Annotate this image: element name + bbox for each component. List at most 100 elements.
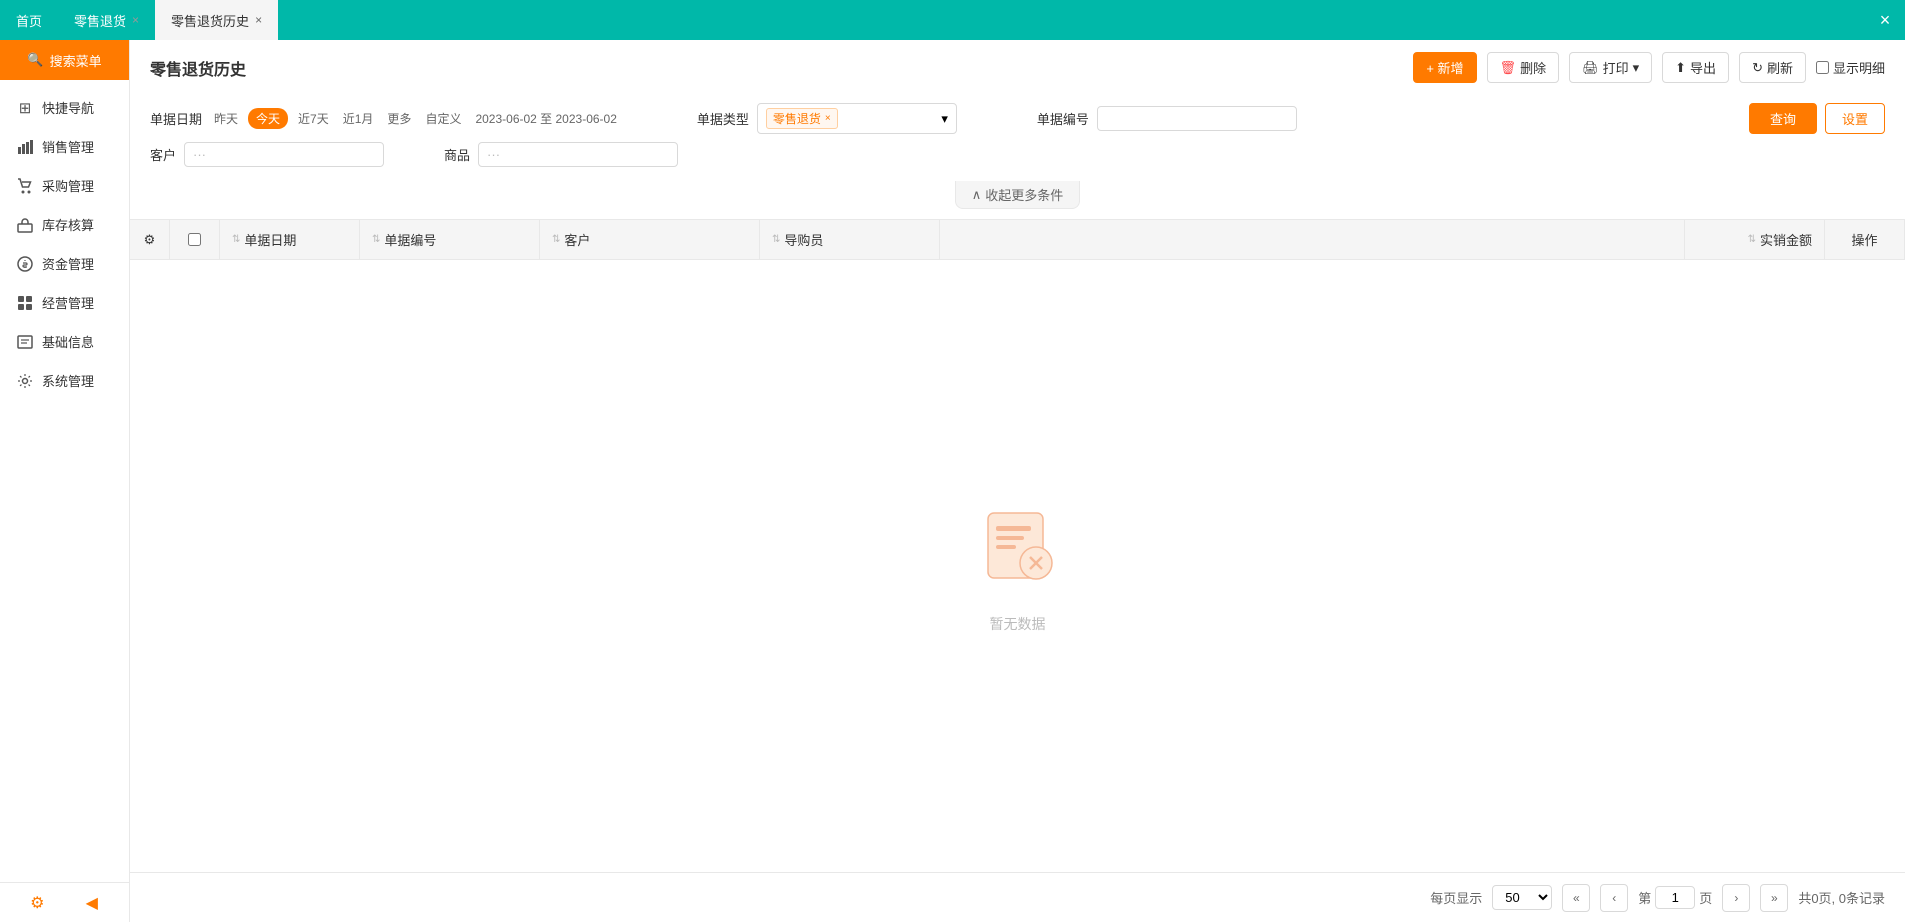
sort-icon-amount: ⇅ xyxy=(1748,234,1756,245)
operation-icon xyxy=(16,294,34,312)
th-customer[interactable]: ⇅ 客户 xyxy=(540,220,760,259)
doc-number-filter-item: 单据编号 xyxy=(1037,106,1297,131)
collapse-filter-button[interactable]: ∧ 收起更多条件 xyxy=(955,181,1081,209)
purchase-icon xyxy=(16,177,34,195)
th-spacer xyxy=(940,220,1685,259)
empty-state-text: 暂无数据 xyxy=(990,614,1046,634)
date-btn-more[interactable]: 更多 xyxy=(383,108,415,129)
page-input-wrap: 第 页 xyxy=(1638,886,1712,909)
sidebar-item-inventory[interactable]: 库存核算 xyxy=(0,205,129,244)
basic-info-icon xyxy=(16,333,34,351)
sort-icon-number: ⇅ xyxy=(372,234,380,245)
tab-retail-return-history[interactable]: 零售退货历史 × xyxy=(155,0,278,40)
export-button[interactable]: ⬆ 导出 xyxy=(1662,52,1729,83)
quick-nav-icon: ⊞ xyxy=(16,99,34,117)
close-tab-retail-return[interactable]: × xyxy=(132,13,139,27)
sidebar-item-basic-info[interactable]: 基础信息 xyxy=(0,322,129,361)
customer-input[interactable] xyxy=(184,142,384,167)
page-title: 零售退货历史 xyxy=(150,56,246,80)
close-tab-retail-return-history[interactable]: × xyxy=(255,13,262,27)
doc-type-dropdown-icon: ▾ xyxy=(941,111,948,127)
refresh-button[interactable]: ↻ 刷新 xyxy=(1739,52,1806,83)
date-btn-yesterday[interactable]: 昨天 xyxy=(210,108,242,129)
tab-home[interactable]: 首页 xyxy=(0,0,58,40)
content-area: 零售退货历史 + 新增 🗑 删除 🖨 打印 ▾ ⬆ 导出 xyxy=(130,40,1905,922)
date-btn-1month[interactable]: 近1月 xyxy=(339,108,378,129)
doc-type-tag-close[interactable]: × xyxy=(825,113,831,124)
filter-row-1: 单据日期 昨天 今天 近7天 近1月 更多 自定义 2023-06-02 至 2… xyxy=(150,95,1885,138)
new-button[interactable]: + 新增 xyxy=(1413,52,1476,83)
select-all-checkbox[interactable] xyxy=(188,233,201,246)
sort-icon-date: ⇅ xyxy=(232,234,240,245)
refresh-icon: ↻ xyxy=(1752,60,1763,76)
doc-type-filter-item: 单据类型 零售退货 × ▾ xyxy=(697,103,957,134)
top-bar: 首页 零售退货 × 零售退货历史 × × xyxy=(0,0,1905,40)
system-icon xyxy=(16,372,34,390)
prev-page-button[interactable]: ‹ xyxy=(1600,884,1628,912)
date-btn-custom[interactable]: 自定义 xyxy=(421,108,465,129)
query-button[interactable]: 查询 xyxy=(1749,103,1817,134)
sidebar-item-purchase[interactable]: 采购管理 xyxy=(0,166,129,205)
settings-footer-icon[interactable]: ⚙ xyxy=(22,888,52,918)
th-operation: 操作 xyxy=(1825,220,1905,259)
th-settings[interactable]: ⚙ xyxy=(130,220,170,259)
th-number[interactable]: ⇅ 单据编号 xyxy=(360,220,540,259)
doc-number-input[interactable] xyxy=(1097,106,1297,131)
empty-state-icon xyxy=(968,498,1068,598)
table-container: ⚙ ⇅ 单据日期 ⇅ 单据编号 ⇅ 客户 ⇅ xyxy=(130,220,1905,872)
customer-filter-item: 客户 xyxy=(150,142,384,167)
window-close-button[interactable]: × xyxy=(1865,0,1905,40)
print-icon: 🖨 xyxy=(1582,60,1599,76)
print-button[interactable]: 🖨 打印 ▾ xyxy=(1569,52,1652,83)
tab-retail-return[interactable]: 零售退货 × xyxy=(58,0,155,40)
inventory-icon xyxy=(16,216,34,234)
export-icon: ⬆ xyxy=(1675,60,1686,76)
column-settings-icon: ⚙ xyxy=(144,232,156,248)
date-btn-7days[interactable]: 近7天 xyxy=(294,108,333,129)
th-date[interactable]: ⇅ 单据日期 xyxy=(220,220,360,259)
collapse-icon: ∧ xyxy=(972,187,982,203)
doc-type-tag: 零售退货 × xyxy=(766,108,838,129)
goods-input[interactable] xyxy=(478,142,678,167)
th-guide[interactable]: ⇅ 导购员 xyxy=(760,220,940,259)
th-checkbox[interactable] xyxy=(170,220,220,259)
date-filter-group: 昨天 今天 近7天 近1月 更多 自定义 2023-06-02 至 2023-0… xyxy=(210,108,617,129)
pagination-bar: 每页显示 10 20 50 100 « ‹ 第 页 › » xyxy=(130,872,1905,922)
sidebar-item-sales[interactable]: 销售管理 xyxy=(0,127,129,166)
sidebar-item-operation[interactable]: 经营管理 xyxy=(0,283,129,322)
sidebar-item-quick-nav[interactable]: ⊞ 快捷导航 xyxy=(0,88,129,127)
tab-list: 首页 零售退货 × 零售退货历史 × xyxy=(0,0,1865,40)
sidebar-item-finance[interactable]: 资金管理 xyxy=(0,244,129,283)
show-detail-checkbox-label[interactable]: 显示明细 xyxy=(1816,58,1885,77)
page-number-input[interactable] xyxy=(1655,886,1695,909)
main-layout: 🔍 搜索菜单 ⊞ 快捷导航 销售管理 采购管理 xyxy=(0,40,1905,922)
collapse-sidebar-icon[interactable]: ◀ xyxy=(77,888,107,918)
show-detail-checkbox[interactable] xyxy=(1816,61,1829,74)
th-amount[interactable]: ⇅ 实销金额 xyxy=(1685,220,1825,259)
first-page-button[interactable]: « xyxy=(1562,884,1590,912)
next-page-button[interactable]: › xyxy=(1722,884,1750,912)
search-icon: 🔍 xyxy=(27,52,43,68)
filter-row-2: 客户 商品 xyxy=(150,138,1885,171)
sidebar-search[interactable]: 🔍 搜索菜单 xyxy=(0,40,129,80)
sort-icon-customer: ⇅ xyxy=(552,234,560,245)
date-range-display: 2023-06-02 至 2023-06-02 xyxy=(475,110,616,127)
page-header: 零售退货历史 + 新增 🗑 删除 🖨 打印 ▾ ⬆ 导出 xyxy=(130,40,1905,220)
table-header: ⚙ ⇅ 单据日期 ⇅ 单据编号 ⇅ 客户 ⇅ xyxy=(130,220,1905,260)
filter-area: 单据日期 昨天 今天 近7天 近1月 更多 自定义 2023-06-02 至 2… xyxy=(150,95,1885,219)
page-size-select[interactable]: 10 20 50 100 xyxy=(1492,885,1552,910)
date-filter-item: 单据日期 昨天 今天 近7天 近1月 更多 自定义 2023-06-02 至 2… xyxy=(150,108,617,129)
doc-type-value: 零售退货 × xyxy=(766,108,935,129)
page-title-row: 零售退货历史 + 新增 🗑 删除 🖨 打印 ▾ ⬆ 导出 xyxy=(150,52,1885,83)
doc-type-select[interactable]: 零售退货 × ▾ xyxy=(757,103,957,134)
date-btn-today[interactable]: 今天 xyxy=(248,108,288,129)
goods-filter-item: 商品 xyxy=(444,142,678,167)
page-total: 共0页, 0条记录 xyxy=(1798,888,1885,907)
last-page-button[interactable]: » xyxy=(1760,884,1788,912)
page-actions: + 新增 🗑 删除 🖨 打印 ▾ ⬆ 导出 ↻ xyxy=(1413,52,1885,83)
delete-button[interactable]: 🗑 删除 xyxy=(1487,52,1560,83)
sidebar-footer: ⚙ ◀ xyxy=(0,882,129,922)
sort-icon-guide: ⇅ xyxy=(772,234,780,245)
sidebar-item-system[interactable]: 系统管理 xyxy=(0,361,129,400)
settings-button[interactable]: 设置 xyxy=(1825,103,1885,134)
